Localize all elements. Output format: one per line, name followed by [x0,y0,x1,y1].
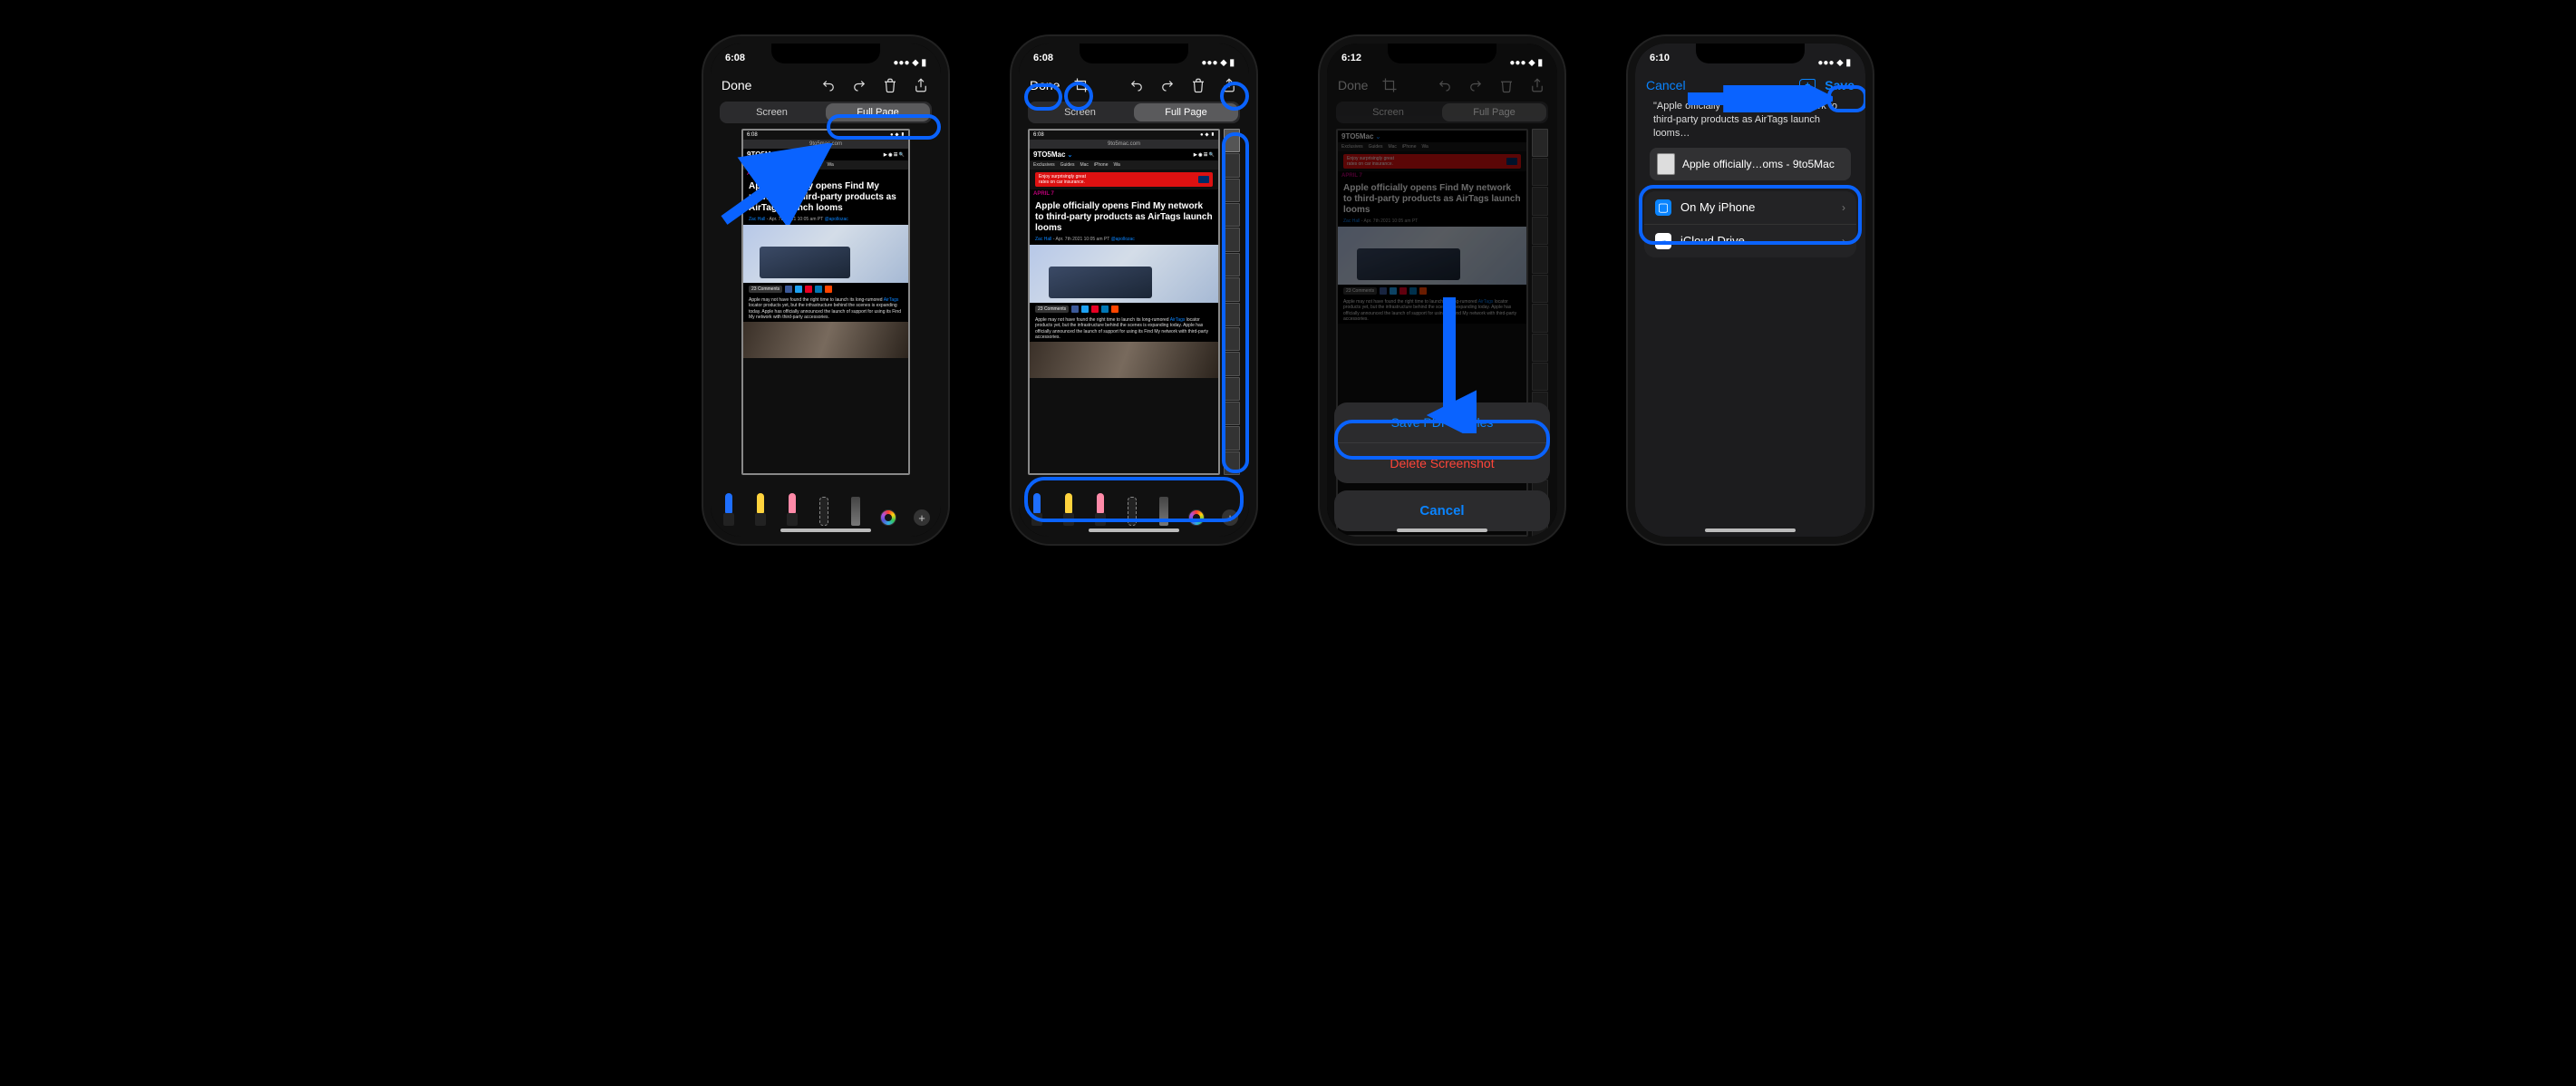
pencil-tool[interactable] [785,493,799,526]
location-icloud-drive[interactable]: ☁ iCloud Drive › [1644,224,1856,257]
home-indicator[interactable] [780,528,871,532]
home-indicator[interactable] [1705,528,1796,532]
thumb[interactable] [1224,402,1240,425]
chevron-right-icon: › [1842,201,1845,214]
pencil-tool[interactable] [1093,493,1108,526]
locations-list: ▢ On My iPhone › ☁ iCloud Drive › [1644,191,1856,257]
undo-icon[interactable] [819,76,838,94]
action-sheet-backdrop[interactable]: Save PDF to Files Delete Screenshot Canc… [1327,44,1557,537]
ruler-tool[interactable] [848,497,863,526]
markup-toolbar[interactable]: + [1026,480,1242,531]
pen-tool[interactable] [721,493,736,526]
cancel-button[interactable]: Cancel [1334,490,1550,531]
pen-tool[interactable] [1030,493,1044,526]
thumb[interactable] [1224,129,1240,152]
thumb[interactable] [1224,377,1240,401]
status-time: 6:08 [1033,53,1053,73]
ad-banner: Enjoy surprisingly greatrates on car ins… [1035,172,1213,187]
trash-icon[interactable] [1189,76,1207,94]
home-indicator[interactable] [1089,528,1179,532]
status-time: 6:08 [725,53,745,73]
thumb[interactable] [1224,228,1240,251]
seg-screen[interactable]: Screen [720,102,824,123]
thumb[interactable] [1224,426,1240,450]
editor-toolbar: Done [711,73,941,98]
eraser-tool[interactable] [817,497,831,526]
delete-screenshot-button[interactable]: Delete Screenshot [1334,442,1550,483]
home-indicator[interactable] [1397,528,1487,532]
phone-2: 6:08 ●●●⬥▮ Done Screen Full Page 6:08● ⬥… [1012,36,1256,544]
cloud-icon: ☁ [1655,233,1671,249]
phone-1: 6:08 ●●●⬥▮ Done Screen Full Page 6:08● ⬥… [703,36,948,544]
eraser-tool[interactable] [1125,497,1139,526]
redo-icon[interactable] [850,76,868,94]
thumb[interactable] [1224,451,1240,475]
page-thumbnails[interactable] [1224,129,1240,475]
thumb[interactable] [1224,327,1240,351]
thumb[interactable] [1224,277,1240,301]
location-on-my-iphone[interactable]: ▢ On My iPhone › [1644,191,1856,224]
done-button[interactable]: Done [721,78,751,92]
color-picker-icon[interactable] [1188,509,1205,526]
crop-icon[interactable] [1072,76,1090,94]
ad-image [743,322,908,358]
thumb[interactable] [1224,203,1240,227]
share-icon[interactable] [1220,76,1238,94]
cancel-button[interactable]: Cancel [1646,78,1686,92]
thumb[interactable] [1224,352,1240,375]
filename-row[interactable]: Apple officially…oms - 9to5Mac [1650,148,1851,180]
thumb[interactable] [1224,253,1240,276]
share-icon[interactable] [912,76,930,94]
file-icon [1657,153,1675,175]
add-tool-button[interactable]: + [1222,509,1238,526]
segmented-control[interactable]: Screen Full Page [1028,102,1240,123]
thumb[interactable] [1224,153,1240,177]
notch [771,44,880,63]
color-picker-icon[interactable] [880,509,896,526]
chevron-right-icon: › [1842,235,1845,247]
thumb[interactable] [1224,179,1240,202]
phone-3: 6:12 ●●●⬥▮ Done Screen Full Page 9TO5Mac… [1320,36,1564,544]
trash-icon[interactable] [881,76,899,94]
seg-full-page[interactable]: Full Page [826,103,930,121]
highlighter-tool[interactable] [1061,493,1076,526]
notch [1080,44,1188,63]
add-tool-button[interactable]: + [914,509,930,526]
ruler-tool[interactable] [1157,497,1171,526]
markup-toolbar[interactable]: + [718,480,934,531]
filename-field[interactable]: Apple officially…oms - 9to5Mac [1682,158,1844,170]
annotation-arrow-icon [1688,85,1833,112]
captured-page[interactable]: 6:08● ⬥ ▮ 9to5mac.com 9TO5Mac⌄▶ ◉ ☰ 🔍 Ex… [1028,129,1220,475]
status-icons: ●●●⬥▮ [893,53,926,73]
annotation-arrow-icon [1422,297,1477,433]
undo-icon[interactable] [1128,76,1146,94]
seg-full-page[interactable]: Full Page [1134,103,1238,121]
thumb[interactable] [1224,303,1240,326]
iphone-icon: ▢ [1655,199,1671,216]
annotation-arrow-icon [720,143,838,225]
comments-row: 23 Comments [743,283,908,296]
status-time: 6:10 [1650,53,1670,73]
screen: Done Screen Full Page 6:08● ⬥ ▮ 9to5mac.… [711,44,941,537]
done-button[interactable]: Done [1030,78,1060,92]
seg-screen[interactable]: Screen [1028,102,1132,123]
status-time: 6:12 [1341,53,1361,73]
phone-4: 6:10 ●●●⬥▮ Cancel Save "Apple officially… [1628,36,1873,544]
article-body: Apple may not have found the right time … [743,296,908,322]
redo-icon[interactable] [1158,76,1177,94]
hero-image [743,225,908,283]
segmented-control[interactable]: Screen Full Page [720,102,932,123]
notch [1388,44,1496,63]
notch [1696,44,1805,63]
highlighter-tool[interactable] [753,493,768,526]
